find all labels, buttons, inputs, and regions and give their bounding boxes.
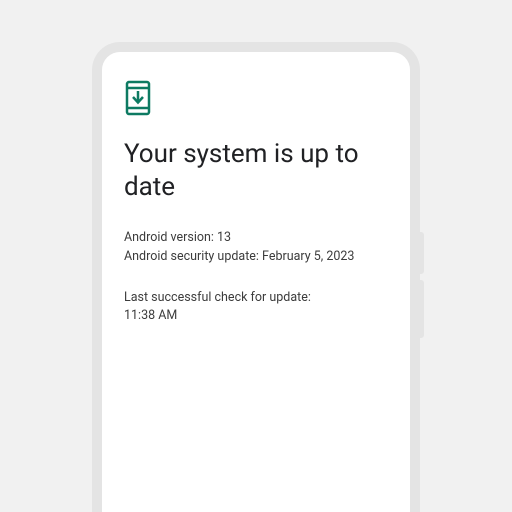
last-check-block: Last successful check for update: 11:38 … — [124, 289, 388, 327]
page-title: Your system is up to date — [124, 138, 388, 203]
phone-side-button-volume — [420, 280, 424, 338]
android-version-line: Android version: 13 — [124, 229, 388, 248]
last-check-label: Last successful check for update: — [124, 289, 388, 308]
screen-content: Your system is up to date Android versio… — [102, 52, 410, 512]
phone-side-button-power — [420, 232, 424, 274]
card-background: Your system is up to date Android versio… — [0, 0, 512, 512]
security-update-line: Android security update: February 5, 202… — [124, 248, 388, 267]
phone-frame: Your system is up to date Android versio… — [92, 42, 420, 512]
last-check-time: 11:38 AM — [124, 307, 388, 326]
phone-frame-wrap: Your system is up to date Android versio… — [92, 42, 420, 512]
system-update-icon — [124, 80, 388, 120]
version-info-block: Android version: 13 Android security upd… — [124, 229, 388, 267]
